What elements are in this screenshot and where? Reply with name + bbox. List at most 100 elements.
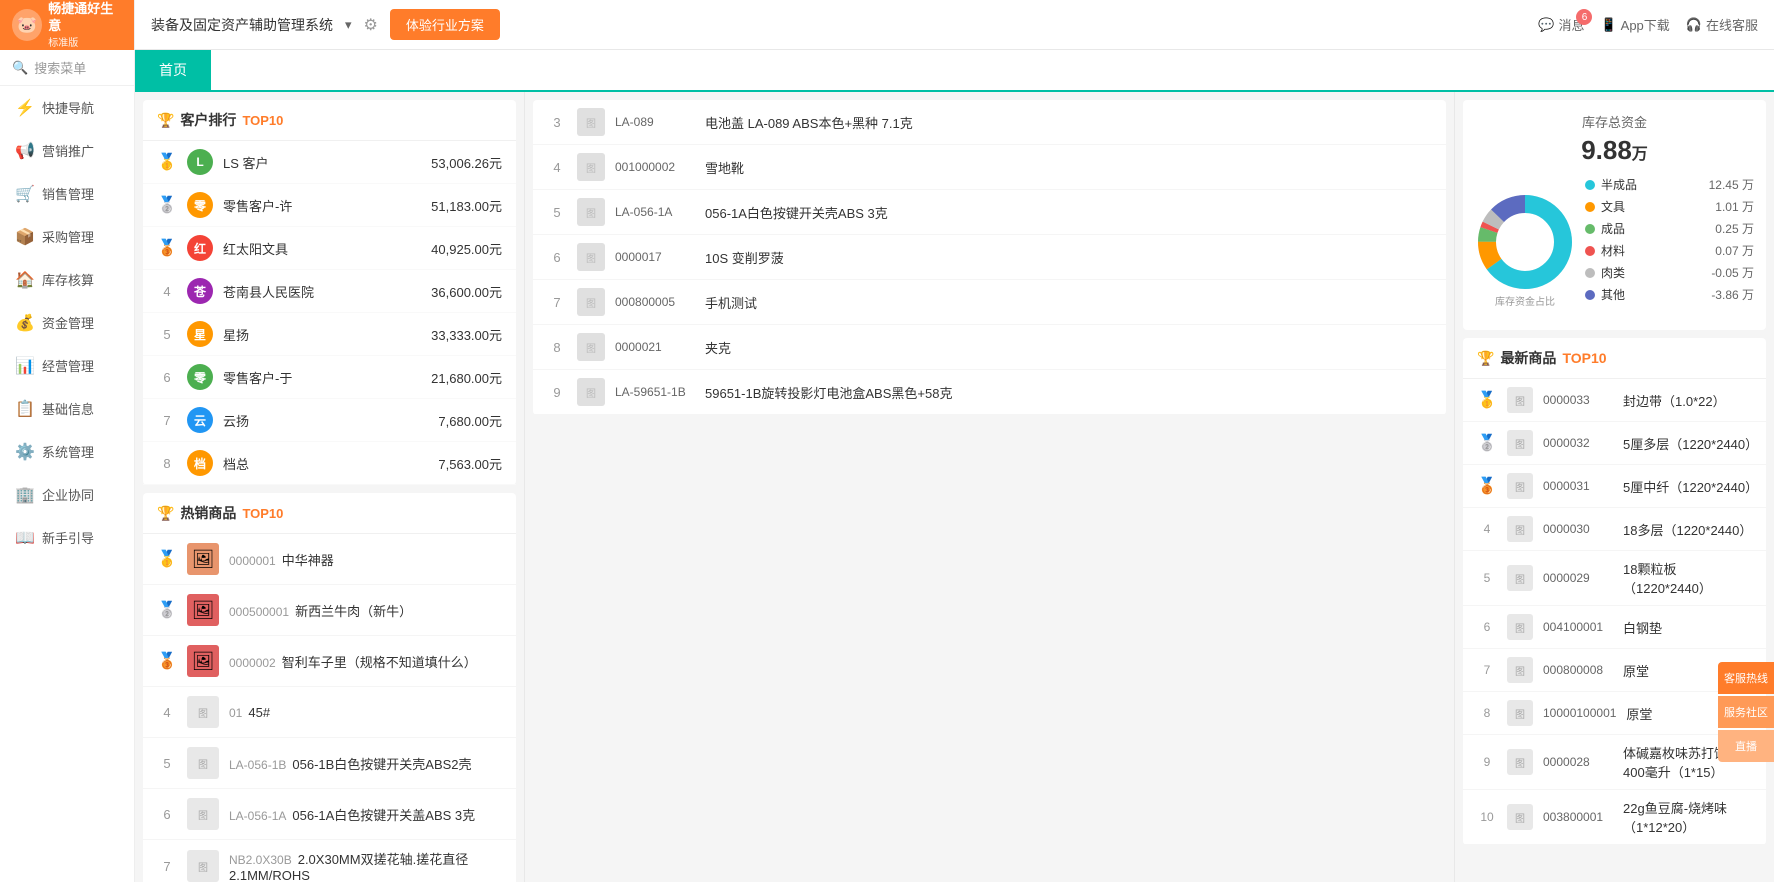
rank-medal: 🥈 (157, 195, 177, 215)
prod-icon: 图 (577, 153, 605, 181)
prod-code: 000800005 (615, 295, 695, 309)
sidebar-item-sales[interactable]: 🛒 销售管理 (0, 172, 134, 215)
legend-item: 肉类 -0.05 万 (1585, 264, 1754, 281)
app-download[interactable]: 📱 App下载 (1600, 15, 1669, 34)
float-service-btn1[interactable]: 客服热线 (1718, 662, 1774, 694)
search-label: 搜索菜单 (34, 58, 86, 77)
nav-label-marketing: 营销推广 (42, 141, 94, 160)
rank-amount: 53,006.26元 (431, 153, 502, 172)
newest-item: 4 图 0000030 18多层（1220*2440） (1463, 508, 1766, 551)
legend-name: 半成品 (1601, 176, 1703, 193)
ranking-item: 🥉 红 红太阳文具 40,925.00元 (143, 227, 516, 270)
new-name: 5厘多层（1220*2440） (1623, 434, 1752, 453)
new-icon: 图 (1507, 614, 1533, 640)
prod-rank: 8 (547, 340, 567, 355)
prod-rank: 6 (547, 250, 567, 265)
rank-name: 云扬 (223, 411, 428, 430)
prod-name: 手机测试 (705, 293, 1432, 312)
sidebar-item-system[interactable]: ⚙️ 系统管理 (0, 430, 134, 473)
new-code: 000800008 (1543, 663, 1613, 677)
online-service[interactable]: 🎧 在线客服 (1686, 15, 1758, 34)
nav-label-system: 系统管理 (42, 442, 94, 461)
legend-value: 0.25 万 (1715, 220, 1754, 237)
prod-rank: 7 (547, 295, 567, 310)
new-rank: 8 (1477, 706, 1497, 720)
nav-label-guide: 新手引导 (42, 528, 94, 547)
prod-icon: 图 (577, 198, 605, 226)
rank-amount: 7,563.00元 (438, 454, 502, 473)
new-rank: 9 (1477, 755, 1497, 769)
sidebar-item-enterprise[interactable]: 🏢 企业协同 (0, 473, 134, 516)
chart-area: 库存资金占比 半成品 12.45 万 文具 1.01 万 成品 0.25 万 材… (1475, 166, 1754, 318)
system-icon: ⚙️ (16, 443, 34, 461)
new-name: 22g鱼豆腐-烧烤味（1*12*20） (1623, 798, 1752, 836)
rank-avatar: 苍 (187, 278, 213, 304)
newest-products-list: 🥇 图 0000033 封边带（1.0*22） 🥈 图 0000032 5厘多层… (1463, 379, 1766, 845)
prod-rank: 5 (547, 205, 567, 220)
message-icon: 💬 (1538, 17, 1554, 33)
newest-trophy-icon: 🏆 (1477, 350, 1494, 367)
left-panel: 🏆 客户排行 TOP10 🥇 L LS 客户 53,006.26元 🥈 零 零售… (135, 92, 525, 882)
hot-img: 🖼 (187, 594, 219, 626)
prod-icon: 图 (577, 108, 605, 136)
sidebar-item-finance[interactable]: 💰 资金管理 (0, 301, 134, 344)
hot-item: 7 图 NB2.0X30B2.0X30MM双搓花轴.搓花直径2.1MM/ROHS (143, 840, 516, 882)
tab-home[interactable]: 首页 (135, 50, 211, 92)
float-service-btn2[interactable]: 服务社区 (1718, 696, 1774, 728)
sidebar-item-purchase[interactable]: 📦 采购管理 (0, 215, 134, 258)
trial-button[interactable]: 体验行业方案 (390, 9, 500, 40)
product-item: 3 图 LA-089 电池盖 LA-089 ABS本色+黑种 7.1克 (533, 100, 1446, 145)
new-icon: 图 (1507, 804, 1533, 830)
sidebar-item-quick[interactable]: ⚡ 快捷导航 (0, 86, 134, 129)
new-icon: 图 (1507, 430, 1533, 456)
header-right: 💬 消息 6 📱 App下载 🎧 在线客服 (1538, 15, 1758, 34)
settings-icon[interactable]: ⚙ (364, 15, 378, 35)
hot-rank: 🥉 (157, 651, 177, 671)
sidebar-item-inventory[interactable]: 🏠 库存核算 (0, 258, 134, 301)
sidebar-item-operations[interactable]: 📊 经营管理 (0, 344, 134, 387)
new-rank: 10 (1477, 810, 1497, 824)
prod-code: 001000002 (615, 160, 695, 174)
marketing-icon: 📢 (16, 142, 34, 160)
float-service-btn3[interactable]: 直播 (1718, 730, 1774, 762)
rank-number: 8 (157, 456, 177, 471)
new-rank: 6 (1477, 620, 1497, 634)
prod-icon: 图 (577, 333, 605, 361)
customer-ranking-card: 🏆 客户排行 TOP10 🥇 L LS 客户 53,006.26元 🥈 零 零售… (143, 100, 516, 485)
hot-rank: 6 (157, 807, 177, 822)
middle-panel: 3 图 LA-089 电池盖 LA-089 ABS本色+黑种 7.1克 4 图 … (525, 92, 1454, 882)
customer-ranking-header: 🏆 客户排行 TOP10 (143, 100, 516, 141)
newest-title: 最新商品 (1500, 348, 1556, 368)
new-code: 10000100001 (1543, 706, 1616, 720)
app-title: 畅捷通好生意 (48, 1, 122, 35)
sidebar-item-basic[interactable]: 📋 基础信息 (0, 387, 134, 430)
product-item: 8 图 0000021 夹克 (533, 325, 1446, 370)
inventory-card: 库存总资金 9.88万 库存资金占比 半成品 12.45 万 文具 (1463, 100, 1766, 330)
rank-avatar: 零 (187, 364, 213, 390)
rank-amount: 7,680.00元 (438, 411, 502, 430)
new-name: 白钢垫 (1623, 618, 1752, 637)
new-icon: 图 (1507, 749, 1533, 775)
prod-name: 10S 变削罗菠 (705, 248, 1432, 267)
ranking-item: 7 云 云扬 7,680.00元 (143, 399, 516, 442)
new-icon: 图 (1507, 657, 1533, 683)
rank-name: 红太阳文具 (223, 239, 421, 258)
new-rank: 🥈 (1477, 433, 1497, 453)
sidebar-item-marketing[interactable]: 📢 营销推广 (0, 129, 134, 172)
system-dropdown[interactable]: ▾ (345, 17, 352, 33)
hot-img: 🖼 (187, 645, 219, 677)
legend-dot (1585, 268, 1595, 278)
message-badge[interactable]: 💬 消息 6 (1538, 15, 1584, 34)
legend-name: 成品 (1601, 220, 1709, 237)
legend-value: -0.05 万 (1711, 264, 1754, 281)
inventory-icon: 🏠 (16, 271, 34, 289)
hot-item: 6 图 LA-056-1A056-1A白色按键开关盖ABS 3克 (143, 789, 516, 840)
search-menu[interactable]: 🔍 搜索菜单 (0, 50, 134, 86)
hot-img: 🖼 (187, 543, 219, 575)
rank-name: 档总 (223, 454, 428, 473)
product-item: 7 图 000800005 手机测试 (533, 280, 1446, 325)
sidebar-item-guide[interactable]: 📖 新手引导 (0, 516, 134, 559)
prod-code: LA-056-1A (615, 205, 695, 219)
prod-name: 电池盖 LA-089 ABS本色+黑种 7.1克 (705, 113, 1432, 132)
legend-dot (1585, 180, 1595, 190)
